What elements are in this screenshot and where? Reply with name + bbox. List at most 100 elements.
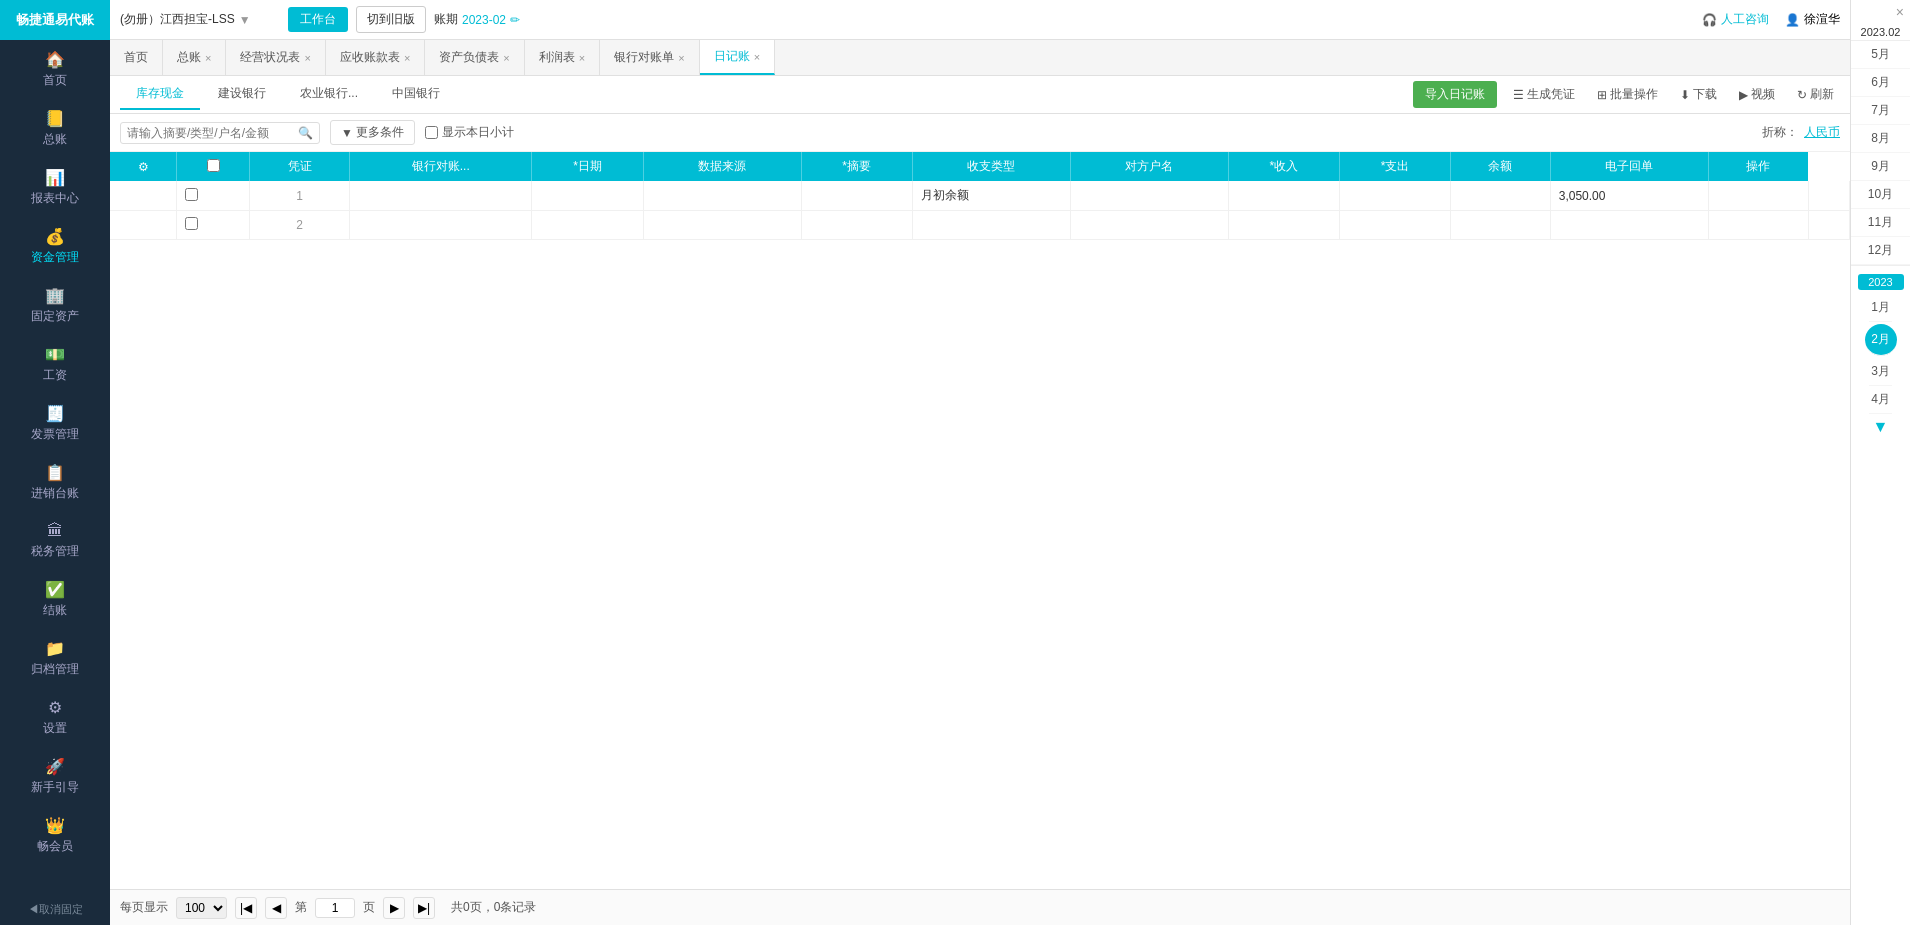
col-header-1 bbox=[177, 152, 250, 181]
sub-tab-农业银行...[interactable]: 农业银行... bbox=[284, 79, 374, 110]
cell-bank_match-1 bbox=[532, 211, 643, 240]
sidebar-item-报表中心[interactable]: 📊报表中心 bbox=[0, 158, 110, 217]
user-menu[interactable]: 👤 徐渲华 bbox=[1785, 11, 1840, 28]
tab-close-icon[interactable]: × bbox=[404, 52, 410, 64]
sidebar-item-固定资产[interactable]: 🏢固定资产 bbox=[0, 276, 110, 335]
select-all-checkbox[interactable] bbox=[207, 159, 220, 172]
refresh-button[interactable]: ↻ 刷新 bbox=[1791, 82, 1840, 107]
row-checkbox-1[interactable] bbox=[185, 217, 198, 230]
calendar-month-1月[interactable]: 1月 bbox=[1869, 294, 1892, 322]
tab-close-icon[interactable]: × bbox=[503, 52, 509, 64]
sidebar-label: 设置 bbox=[43, 720, 67, 737]
search-box[interactable]: 🔍 bbox=[120, 122, 320, 144]
sidebar-icon-固定资产: 🏢 bbox=[45, 286, 65, 305]
cell-balance-1 bbox=[1550, 211, 1708, 240]
settings-icon[interactable]: ⚙ bbox=[138, 160, 149, 174]
tab-资产负债表[interactable]: 资产负债表 × bbox=[425, 40, 524, 75]
import-journal-button[interactable]: 导入日记账 bbox=[1413, 81, 1497, 108]
sidebar-item-归档管理[interactable]: 📁归档管理 bbox=[0, 629, 110, 688]
workspace-button[interactable]: 工作台 bbox=[288, 7, 348, 32]
row-check-0[interactable] bbox=[177, 181, 250, 211]
calendar-month-3月[interactable]: 3月 bbox=[1869, 358, 1892, 386]
cell-source-1 bbox=[801, 211, 912, 240]
old-version-button[interactable]: 切到旧版 bbox=[356, 6, 426, 33]
calendar-month-12月[interactable]: 12月 bbox=[1851, 237, 1910, 265]
panel-close-btn[interactable]: × bbox=[1851, 0, 1910, 24]
tab-首页[interactable]: 首页 bbox=[110, 40, 163, 75]
sidebar-item-进销台账[interactable]: 📋进销台账 bbox=[0, 453, 110, 512]
batch-op-button[interactable]: ⊞ 批量操作 bbox=[1591, 82, 1664, 107]
page-prev-btn[interactable]: ◀ bbox=[265, 897, 287, 919]
sidebar-item-设置[interactable]: ⚙设置 bbox=[0, 688, 110, 747]
search-input[interactable] bbox=[127, 126, 294, 140]
col-header-11: 余额 bbox=[1451, 152, 1551, 181]
sidebar-item-资金管理[interactable]: 💰资金管理 bbox=[0, 217, 110, 276]
row-check-1[interactable] bbox=[177, 211, 250, 240]
page-input[interactable] bbox=[315, 898, 355, 918]
tab-close-icon[interactable]: × bbox=[579, 52, 585, 64]
row-number-0: 1 bbox=[250, 181, 350, 211]
download-button[interactable]: ⬇ 下载 bbox=[1674, 82, 1723, 107]
row-settings-1 bbox=[110, 211, 177, 240]
calendar-month-2月[interactable]: 2月 bbox=[1865, 324, 1897, 356]
cell-action-1[interactable] bbox=[1808, 211, 1849, 240]
sub-tab-库存现金[interactable]: 库存现金 bbox=[120, 79, 200, 110]
sidebar-item-发票管理[interactable]: 🧾发票管理 bbox=[0, 394, 110, 453]
period-edit-icon[interactable]: ✏ bbox=[510, 13, 520, 27]
gen-voucher-button[interactable]: ☰ 生成凭证 bbox=[1507, 82, 1581, 107]
refresh-icon: ↻ bbox=[1797, 88, 1807, 102]
tab-label: 资产负债表 bbox=[439, 49, 499, 66]
company-selector[interactable]: (勿册）江西担宝-LSS ▼ bbox=[120, 11, 280, 28]
sub-tab-中国银行[interactable]: 中国银行 bbox=[376, 79, 456, 110]
sidebar-item-畅会员[interactable]: 👑畅会员 bbox=[0, 806, 110, 865]
sidebar-label: 归档管理 bbox=[31, 661, 79, 678]
search-icon[interactable]: 🔍 bbox=[298, 126, 313, 140]
page-last-btn[interactable]: ▶| bbox=[413, 897, 435, 919]
calendar-month-8月[interactable]: 8月 bbox=[1851, 125, 1910, 153]
calendar-month-5月[interactable]: 5月 bbox=[1851, 41, 1910, 69]
currency-label: 折称： 人民币 bbox=[1762, 124, 1840, 141]
tab-应收账款表[interactable]: 应收账款表 × bbox=[326, 40, 425, 75]
show-daily-checkbox[interactable]: 显示本日小计 bbox=[425, 124, 514, 141]
daily-checkbox-input[interactable] bbox=[425, 126, 438, 139]
sidebar-item-首页[interactable]: 🏠首页 bbox=[0, 40, 110, 99]
sidebar-item-总账[interactable]: 📒总账 bbox=[0, 99, 110, 158]
tab-经营状况表[interactable]: 经营状况表 × bbox=[226, 40, 325, 75]
sidebar-item-结账[interactable]: ✅结账 bbox=[0, 570, 110, 629]
tab-银行对账单[interactable]: 银行对账单 × bbox=[600, 40, 699, 75]
calendar-down-arrow[interactable]: ▼ bbox=[1851, 414, 1910, 440]
page-next-btn[interactable]: ▶ bbox=[383, 897, 405, 919]
tab-close-icon[interactable]: × bbox=[754, 51, 760, 63]
calendar-month-11月[interactable]: 11月 bbox=[1851, 209, 1910, 237]
username: 徐渲华 bbox=[1804, 11, 1840, 28]
calendar-month-10月[interactable]: 10月 bbox=[1851, 181, 1910, 209]
calendar-month-4月[interactable]: 4月 bbox=[1869, 386, 1892, 414]
tab-利润表[interactable]: 利润表 × bbox=[525, 40, 600, 75]
table-row: 1月初余额3,050.00 bbox=[110, 181, 1850, 211]
tab-close-icon[interactable]: × bbox=[304, 52, 310, 64]
page-first-btn[interactable]: |◀ bbox=[235, 897, 257, 919]
sub-tab-建设银行[interactable]: 建设银行 bbox=[202, 79, 282, 110]
company-dropdown-icon[interactable]: ▼ bbox=[239, 13, 251, 27]
calendar-month-9月[interactable]: 9月 bbox=[1851, 153, 1910, 181]
cell-income-0 bbox=[1339, 181, 1450, 211]
more-filter-button[interactable]: ▼ 更多条件 bbox=[330, 120, 415, 145]
row-checkbox-0[interactable] bbox=[185, 188, 198, 201]
tab-总账[interactable]: 总账 × bbox=[163, 40, 226, 75]
calendar-month-7月[interactable]: 7月 bbox=[1851, 97, 1910, 125]
video-button[interactable]: ▶ 视频 bbox=[1733, 82, 1781, 107]
year-badge: 2023 bbox=[1858, 274, 1904, 290]
sidebar-item-工资[interactable]: 💵工资 bbox=[0, 335, 110, 394]
currency-link[interactable]: 人民币 bbox=[1804, 124, 1840, 141]
sidebar-collapse-btn[interactable]: ◀取消固定 bbox=[0, 894, 110, 925]
tab-close-icon[interactable]: × bbox=[205, 52, 211, 64]
tab-close-icon[interactable]: × bbox=[678, 52, 684, 64]
calendar-month-6月[interactable]: 6月 bbox=[1851, 69, 1910, 97]
cell-action-0[interactable] bbox=[1808, 181, 1849, 211]
service-button[interactable]: 🎧 人工咨询 bbox=[1702, 11, 1769, 28]
sidebar-item-税务管理[interactable]: 🏛税务管理 bbox=[0, 512, 110, 570]
tab-日记账[interactable]: 日记账 × bbox=[700, 40, 775, 75]
sidebar-item-新手引导[interactable]: 🚀新手引导 bbox=[0, 747, 110, 806]
period-value[interactable]: 2023-02 bbox=[462, 13, 506, 27]
per-page-select[interactable]: 100 50 200 bbox=[176, 897, 227, 919]
